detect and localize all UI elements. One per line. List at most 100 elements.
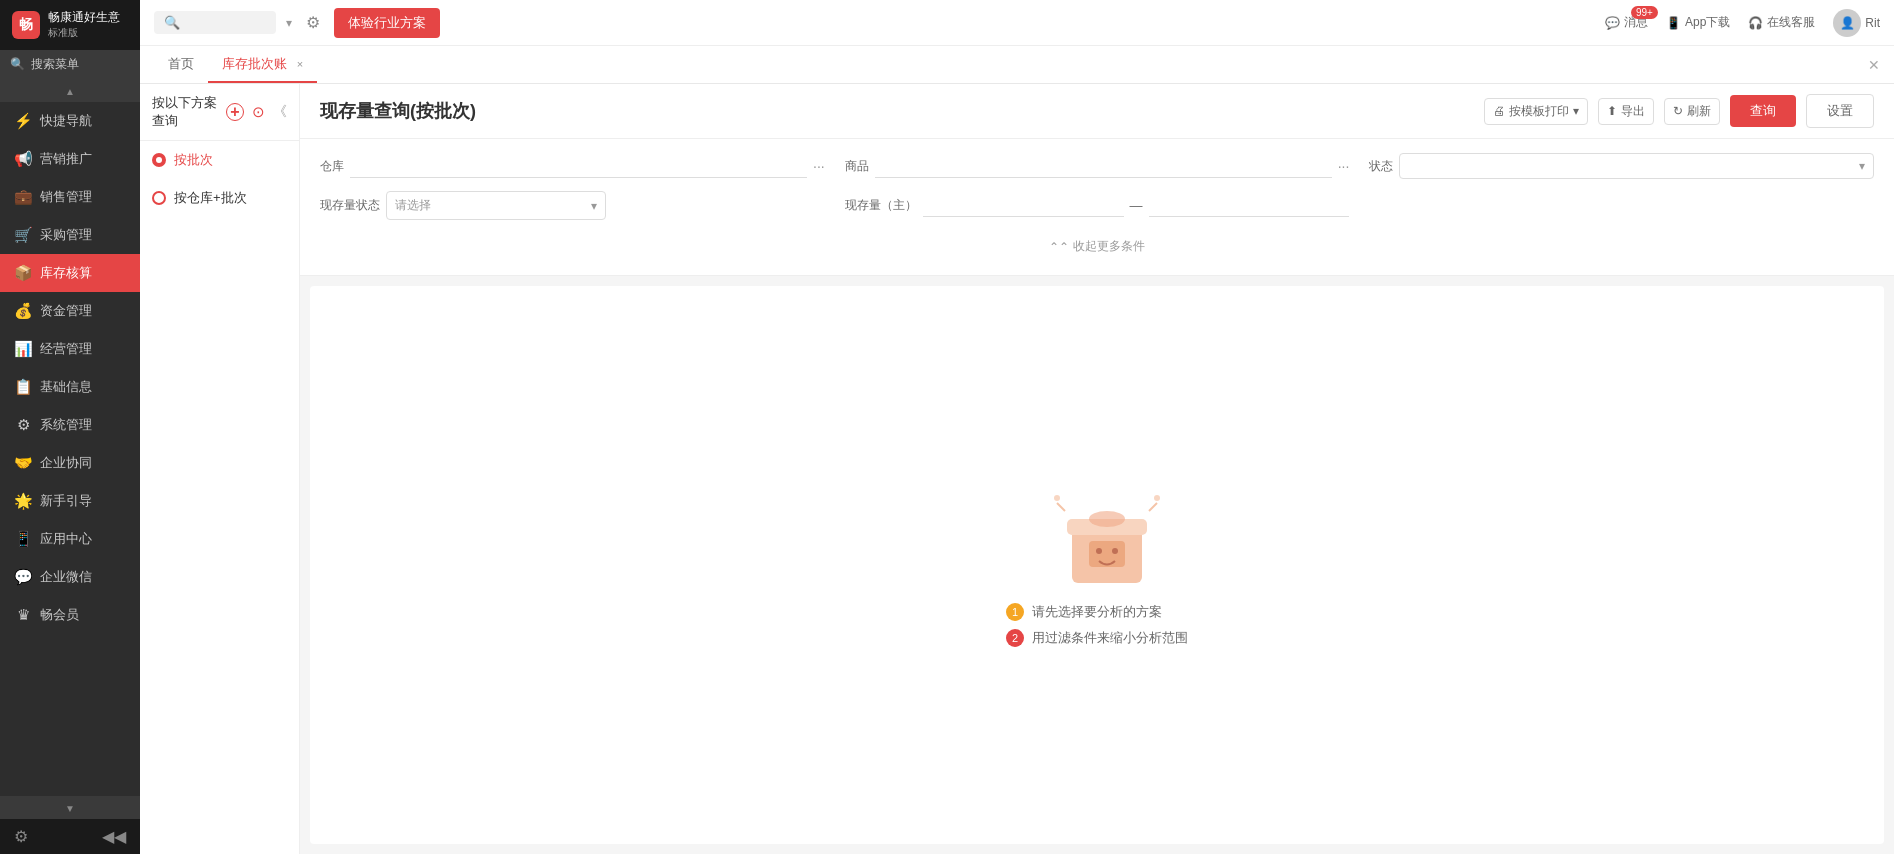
collab-icon: 🤝: [14, 454, 32, 472]
stock-qty-field: 现存量（主） —: [845, 194, 1350, 217]
svg-rect-3: [1089, 541, 1125, 567]
empty-illustration: [1047, 483, 1147, 583]
scheme-item-batch[interactable]: 按批次: [140, 141, 299, 179]
status-label: 状态: [1369, 158, 1393, 175]
sidebar-item-collab[interactable]: 🤝 企业协同: [0, 444, 140, 482]
stock-qty-min[interactable]: [923, 194, 1124, 217]
collapse-panel-icon[interactable]: 《: [273, 103, 287, 121]
stock-status-select[interactable]: 请选择 ▾: [386, 191, 606, 220]
status-chevron-icon: ▾: [1859, 159, 1865, 173]
radio-dot-filled: [152, 153, 166, 167]
svg-point-9: [1154, 495, 1160, 501]
tab-inventory-batch[interactable]: 库存批次账 ×: [208, 47, 317, 83]
settings-footer-icon[interactable]: ⚙: [14, 827, 28, 846]
left-panel: 按以下方案查询 + ⊙ 《 按批次 按仓库+批次: [140, 84, 300, 854]
sidebar-item-operations[interactable]: 📊 经营管理: [0, 330, 140, 368]
scheme-item-warehouse-batch[interactable]: 按仓库+批次: [140, 179, 299, 217]
apps-icon: 📱: [14, 530, 32, 548]
sidebar-item-label: 应用中心: [40, 530, 92, 548]
sidebar-item-label: 营销推广: [40, 150, 92, 168]
print-dropdown-icon[interactable]: ▾: [1573, 104, 1579, 118]
topbar-gear-icon[interactable]: ⚙: [302, 9, 324, 36]
panel-header: 按以下方案查询 + ⊙ 《: [140, 84, 299, 141]
sidebar-item-inventory[interactable]: 📦 库存核算: [0, 254, 140, 292]
tabs-bar: 首页 库存批次账 × ✕: [140, 46, 1894, 84]
sidebar-item-quicknav[interactable]: ⚡ 快捷导航: [0, 102, 140, 140]
status-select[interactable]: ▾: [1399, 153, 1874, 179]
app-download-btn[interactable]: 📱 App下载: [1666, 14, 1730, 31]
sidebar-item-label: 资金管理: [40, 302, 92, 320]
warehouse-input[interactable]: [350, 155, 807, 178]
scroll-up-btn[interactable]: ▲: [0, 79, 140, 102]
topbar-dropdown-icon[interactable]: ▾: [286, 16, 292, 30]
user-menu[interactable]: 👤 Rit: [1833, 9, 1880, 37]
refresh-icon: ↻: [1673, 104, 1683, 118]
settings-scheme-icon[interactable]: ⊙: [252, 103, 265, 121]
trial-button[interactable]: 体验行业方案: [334, 8, 440, 38]
sales-icon: 💼: [14, 188, 32, 206]
topbar-right: 💬 消息 99+ 📱 App下载 🎧 在线客服 👤 Rit: [1605, 9, 1880, 37]
stock-qty-label: 现存量（主）: [845, 197, 917, 214]
tab-home[interactable]: 首页: [154, 47, 208, 83]
page-header-actions: 🖨 按模板打印 ▾ ⬆ 导出 ↻ 刷新 查询 设置: [1484, 94, 1874, 128]
product-field: 商品 ···: [845, 155, 1350, 178]
scheme-label: 按仓库+批次: [174, 189, 247, 207]
scroll-down-btn[interactable]: ▼: [0, 796, 140, 819]
panel-title: 按以下方案查询: [152, 94, 226, 130]
radio-dot-empty: [152, 191, 166, 205]
online-service-label: 在线客服: [1767, 14, 1815, 31]
topbar-search-input[interactable]: [186, 16, 266, 30]
stock-qty-range: —: [923, 194, 1350, 217]
sidebar-item-newuser[interactable]: 🌟 新手引导: [0, 482, 140, 520]
range-dash: —: [1130, 198, 1143, 213]
stock-status-field: 现存量状态 请选择 ▾: [320, 191, 825, 220]
sidebar-item-purchase[interactable]: 🛒 采购管理: [0, 216, 140, 254]
sidebar-item-wechat[interactable]: 💬 企业微信: [0, 558, 140, 596]
add-scheme-icon[interactable]: +: [226, 103, 244, 121]
query-button[interactable]: 查询: [1730, 95, 1796, 127]
stock-qty-max[interactable]: [1149, 194, 1350, 217]
svg-point-5: [1112, 548, 1118, 554]
product-input[interactable]: [875, 155, 1332, 178]
collapse-sidebar-icon[interactable]: ◀◀: [102, 827, 126, 846]
chevron-up-icon: ▲: [65, 86, 75, 97]
export-btn[interactable]: ⬆ 导出: [1598, 98, 1654, 125]
sidebar-item-marketing[interactable]: 📢 营销推广: [0, 140, 140, 178]
warehouse-dots[interactable]: ···: [813, 158, 825, 174]
topbar-search-box[interactable]: 🔍: [154, 11, 276, 34]
basics-icon: 📋: [14, 378, 32, 396]
empty-hint-1: 1 请先选择要分析的方案: [1006, 603, 1188, 621]
sidebar-item-basics[interactable]: 📋 基础信息: [0, 368, 140, 406]
sidebar-item-sales[interactable]: 💼 销售管理: [0, 178, 140, 216]
sidebar-item-label: 经营管理: [40, 340, 92, 358]
empty-hint-2: 2 用过滤条件来缩小分析范围: [1006, 629, 1188, 647]
tab-close-icon[interactable]: ×: [297, 58, 303, 70]
sidebar-item-finance[interactable]: 💰 资金管理: [0, 292, 140, 330]
collapse-conditions-btn[interactable]: ⌃⌃ 收起更多条件: [320, 232, 1874, 261]
sidebar-item-member[interactable]: ♛ 畅会员: [0, 596, 140, 634]
search-label: 搜索菜单: [31, 56, 79, 73]
wechat-icon: 💬: [14, 568, 32, 586]
right-main: 现存量查询(按批次) 🖨 按模板打印 ▾ ⬆ 导出 ↻ 刷新: [300, 84, 1894, 854]
refresh-btn[interactable]: ↻ 刷新: [1664, 98, 1720, 125]
settings-button[interactable]: 设置: [1806, 94, 1874, 128]
hint-text-2: 用过滤条件来缩小分析范围: [1032, 629, 1188, 647]
sidebar-footer: ⚙ ◀◀: [0, 819, 140, 854]
hint-num-1: 1: [1006, 603, 1024, 621]
stock-status-label: 现存量状态: [320, 197, 380, 214]
online-service-btn[interactable]: 🎧 在线客服: [1748, 14, 1815, 31]
close-panel-icon[interactable]: ✕: [1868, 57, 1880, 73]
finance-icon: 💰: [14, 302, 32, 320]
sidebar-item-label: 库存核算: [40, 264, 92, 282]
app-info: 畅康通好生意 标准版: [48, 10, 120, 40]
messages-btn[interactable]: 💬 消息 99+: [1605, 14, 1648, 31]
product-dots[interactable]: ···: [1338, 158, 1350, 174]
sidebar-item-apps[interactable]: 📱 应用中心: [0, 520, 140, 558]
content-area: 按以下方案查询 + ⊙ 《 按批次 按仓库+批次: [140, 84, 1894, 854]
status-field: 状态 ▾: [1369, 153, 1874, 179]
hint-text-1: 请先选择要分析的方案: [1032, 603, 1162, 621]
sidebar-item-system[interactable]: ⚙ 系统管理: [0, 406, 140, 444]
sidebar-search[interactable]: 🔍 搜索菜单: [0, 50, 140, 79]
filter-area: 仓库 ··· 商品 ··· 状态 ▾: [300, 139, 1894, 276]
print-btn[interactable]: 🖨 按模板打印 ▾: [1484, 98, 1588, 125]
